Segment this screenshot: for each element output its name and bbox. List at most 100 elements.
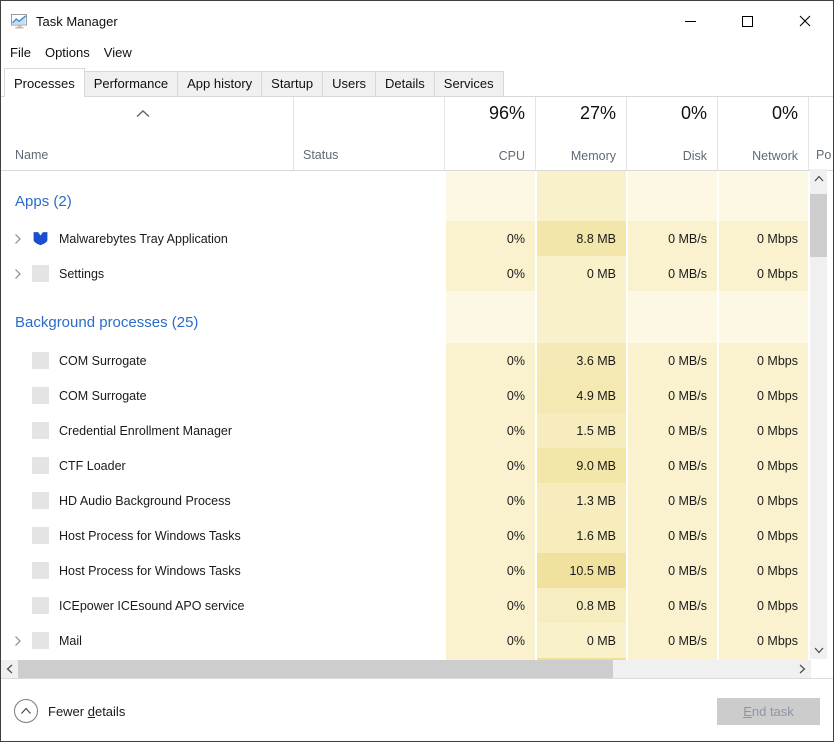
disk-value-cell: 0 MB/s xyxy=(626,448,717,483)
scroll-up-button[interactable] xyxy=(810,169,827,187)
process-name: COM Surrogate xyxy=(59,353,147,368)
expand-chevron-icon[interactable] xyxy=(14,268,24,280)
process-name-cell: Credential Enrollment Manager xyxy=(1,413,293,448)
process-row[interactable]: Credential Enrollment Manager 0% 1.5 MB 0 M… xyxy=(1,413,833,448)
default-process-icon xyxy=(32,352,49,369)
network-value-cell: 0 Mbps xyxy=(717,221,808,256)
process-name-cell: Mail xyxy=(1,623,293,658)
status-cell xyxy=(293,256,444,291)
tab-users[interactable]: Users xyxy=(322,71,377,96)
memory-value-cell: 8.8 MB xyxy=(535,221,626,256)
status-cell xyxy=(293,553,444,588)
process-row[interactable]: COM Surrogate 0% 4.9 MB 0 MB/s 0 Mbps xyxy=(1,378,833,413)
expand-chevron-icon[interactable] xyxy=(14,635,24,647)
process-name: Host Process for Windows Tasks xyxy=(59,563,241,578)
column-header-cpu[interactable]: 96% CPU xyxy=(444,97,535,170)
process-name-cell: COM Surrogate xyxy=(1,343,293,378)
process-row[interactable]: ICEpower ICEsound APO service 0% 0.8 MB 0 M… xyxy=(1,588,833,623)
default-process-icon xyxy=(32,492,49,509)
cpu-value-cell: 0% xyxy=(444,518,535,553)
tab-details[interactable]: Details xyxy=(375,71,435,96)
network-value-cell: 0 Mbps xyxy=(717,343,808,378)
scroll-right-button[interactable] xyxy=(794,660,811,678)
column-header-disk[interactable]: 0% Disk xyxy=(626,97,717,170)
menu-item-options[interactable]: Options xyxy=(38,45,97,60)
process-name-cell: Host Process for Windows Tasks xyxy=(1,518,293,553)
network-value-cell: 0 Mbps xyxy=(717,588,808,623)
section-header[interactable]: Background processes (25) xyxy=(1,291,833,343)
vertical-scrollbar-thumb[interactable] xyxy=(810,194,827,257)
collapse-circle-icon xyxy=(14,699,38,723)
column-header-power-usage[interactable]: Po xyxy=(808,97,833,170)
column-header-status[interactable]: Status xyxy=(293,97,444,170)
column-total-network: 0% xyxy=(771,103,798,123)
minimize-button[interactable] xyxy=(662,1,719,41)
cpu-value-cell: 0% xyxy=(444,221,535,256)
section-name-cell: Background processes (25) xyxy=(1,291,293,343)
menu-item-view[interactable]: View xyxy=(97,45,139,60)
horizontal-scrollbar-thumb[interactable] xyxy=(18,660,613,678)
process-row[interactable]: Malwarebytes Tray Application 0% 8.8 MB 0 M… xyxy=(1,221,833,256)
memory-value-cell: 9.0 MB xyxy=(535,448,626,483)
status-cell xyxy=(293,291,444,343)
window-controls xyxy=(662,1,833,41)
section-header[interactable]: Apps (2) xyxy=(1,171,833,221)
disk-cell xyxy=(626,171,717,221)
process-row[interactable]: Settings 0% 0 MB 0 MB/s 0 Mbps xyxy=(1,256,833,291)
column-header-name[interactable]: Name xyxy=(1,97,293,170)
memory-value-cell: 1.6 MB xyxy=(535,518,626,553)
menu-item-file[interactable]: File xyxy=(3,45,38,60)
process-row[interactable]: HD Audio Background Process 0% 1.3 MB 0 MB/… xyxy=(1,483,833,518)
column-label-network: Network xyxy=(752,149,798,163)
process-row[interactable]: Host Process for Windows Tasks 0% 1.6 MB 0 … xyxy=(1,518,833,553)
fewer-details-toggle[interactable]: Fewer details xyxy=(14,699,125,723)
tab-processes[interactable]: Processes xyxy=(4,68,85,97)
memory-value-cell: 4.9 MB xyxy=(535,378,626,413)
scroll-left-button[interactable] xyxy=(1,660,18,678)
task-manager-app-icon[interactable] xyxy=(11,13,28,30)
chevron-up-icon xyxy=(21,707,31,714)
menu-bar: File Options View xyxy=(1,41,833,64)
tab-startup[interactable]: Startup xyxy=(261,71,324,96)
end-task-button[interactable]: End task xyxy=(717,697,820,725)
malwarebytes-icon xyxy=(32,230,49,247)
network-cell xyxy=(717,291,808,343)
table-header: Name Status 96% CPU 27% Memory 0% Disk 0% Netwo… xyxy=(1,97,833,171)
process-row[interactable]: COM Surrogate 0% 3.6 MB 0 MB/s 0 Mbps xyxy=(1,343,833,378)
sort-ascending-icon xyxy=(136,110,150,118)
tab-performance[interactable]: Performance xyxy=(83,71,179,96)
default-process-icon xyxy=(32,265,49,282)
process-name: Malwarebytes Tray Application xyxy=(59,231,228,246)
network-value-cell: 0 Mbps xyxy=(717,378,808,413)
process-name-cell: CTF Loader xyxy=(1,448,293,483)
network-value-cell: 0 Mbps xyxy=(717,448,808,483)
section-label: Background processes (25) xyxy=(15,313,199,331)
cpu-value-cell: 0% xyxy=(444,378,535,413)
expand-chevron-icon[interactable] xyxy=(14,233,24,245)
column-header-memory[interactable]: 27% Memory xyxy=(535,97,626,170)
process-row[interactable]: Mail 0% 0 MB 0 MB/s 0 Mbps xyxy=(1,623,833,658)
status-cell xyxy=(293,378,444,413)
process-name-cell: ICEpower ICEsound APO service xyxy=(1,588,293,623)
maximize-button[interactable] xyxy=(719,1,776,41)
cpu-value-cell: 0% xyxy=(444,413,535,448)
status-column-label: Status xyxy=(303,148,339,162)
vertical-scrollbar[interactable] xyxy=(810,169,827,659)
cpu-value-cell: 0% xyxy=(444,448,535,483)
column-header-network[interactable]: 0% Network xyxy=(717,97,808,170)
tab-services[interactable]: Services xyxy=(433,71,504,96)
title-bar[interactable]: Task Manager xyxy=(1,1,833,41)
memory-value-cell: 1.5 MB xyxy=(535,413,626,448)
column-label-disk: Disk xyxy=(682,149,707,163)
horizontal-scrollbar[interactable] xyxy=(1,660,811,678)
process-row[interactable]: Host Process for Windows Tasks 0% 10.5 MB 0… xyxy=(1,553,833,588)
scroll-down-button[interactable] xyxy=(810,641,827,659)
tab-bar: Processes Performance App history Startup Us… xyxy=(1,64,833,97)
chevron-up-icon xyxy=(814,175,823,181)
close-button[interactable] xyxy=(776,1,833,41)
column-total-memory: 27% xyxy=(579,103,616,123)
process-row[interactable]: CTF Loader 0% 9.0 MB 0 MB/s 0 Mbps xyxy=(1,448,833,483)
power-column-label: Po xyxy=(816,148,832,162)
disk-value-cell: 0 MB/s xyxy=(626,413,717,448)
tab-app-history[interactable]: App history xyxy=(177,71,263,96)
